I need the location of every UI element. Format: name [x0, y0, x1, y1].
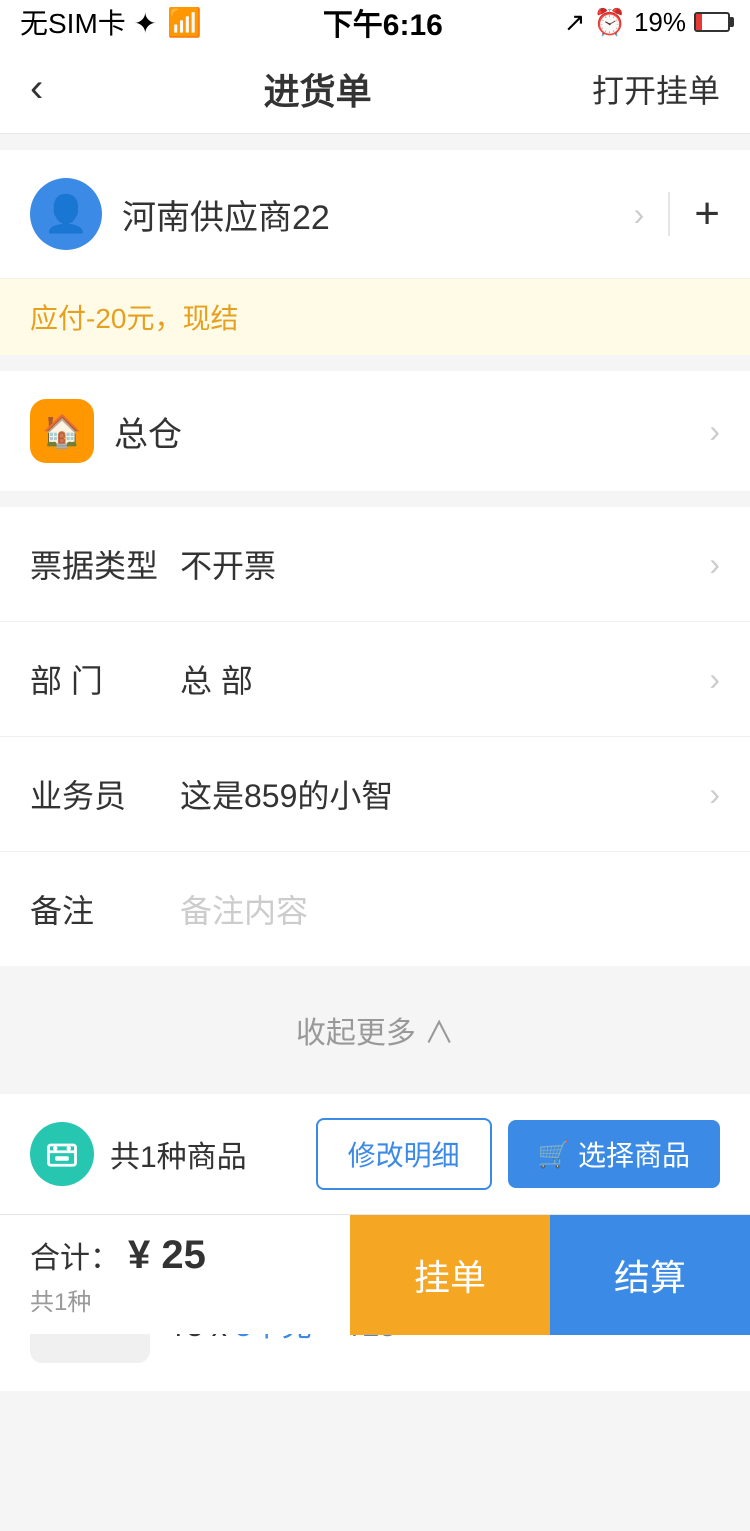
total-row: 合计： ¥ 25	[30, 1233, 320, 1278]
wifi-icon: 📶	[167, 6, 202, 39]
total-label: 合计：	[30, 1233, 120, 1277]
salesperson-label: 业务员	[30, 771, 170, 817]
total-section: 合计： ¥ 25 共1种	[0, 1233, 350, 1317]
page-title: 进货单	[264, 63, 372, 115]
edit-detail-button[interactable]: 修改明细	[316, 1118, 492, 1190]
invoice-type-value: 不开票	[180, 541, 709, 587]
product-count: 共1种商品	[110, 1132, 316, 1176]
supplier-name: 河南供应商22	[122, 190, 634, 239]
department-row[interactable]: 部 门 总 部 ›	[0, 622, 750, 737]
checkout-button[interactable]: 结算	[550, 1215, 750, 1335]
supplier-section: 👤 河南供应商22 › + 应付-20元，现结	[0, 150, 750, 355]
warehouse-row[interactable]: 🏠 总仓 ›	[0, 371, 750, 491]
select-product-button[interactable]: 🛒 选择商品	[508, 1120, 720, 1188]
notice-text: 应付-20元，现结	[30, 303, 238, 334]
status-time: 下午6:16	[323, 0, 443, 44]
salesperson-row[interactable]: 业务员 这是859的小智 ›	[0, 737, 750, 852]
remark-label: 备注	[30, 886, 170, 932]
product-header-icon	[30, 1122, 94, 1186]
bottom-spacer	[0, 1391, 750, 1531]
remark-row[interactable]: 备注 备注内容	[0, 852, 750, 966]
warehouse-name: 总仓	[114, 407, 709, 456]
warehouse-section: 🏠 总仓 ›	[0, 371, 750, 491]
status-bar: 无SIM卡 ✦ 📶 下午6:16 ↗ ⏰ 19%	[0, 0, 750, 44]
signal-text: 无SIM卡 ✦	[20, 2, 157, 42]
supplier-row[interactable]: 👤 河南供应商22 › +	[0, 150, 750, 279]
supplier-avatar-icon: 👤	[44, 193, 89, 235]
status-left: 无SIM卡 ✦ 📶	[20, 2, 202, 42]
collapse-bar[interactable]: 收起更多 ∧	[0, 982, 750, 1078]
battery-icon	[694, 12, 730, 32]
notice-bar: 应付-20元，现结	[0, 279, 750, 355]
collapse-label: 收起更多 ∧	[296, 1017, 454, 1050]
salesperson-chevron-icon: ›	[709, 776, 720, 813]
hold-button[interactable]: 挂单	[350, 1215, 550, 1335]
add-supplier-button[interactable]: +	[694, 189, 720, 239]
total-amount: ¥ 25	[128, 1233, 206, 1278]
remark-input[interactable]: 备注内容	[180, 886, 720, 932]
invoice-type-row[interactable]: 票据类型 不开票 ›	[0, 507, 750, 622]
warehouse-chevron-icon: ›	[709, 413, 720, 450]
open-hold-button[interactable]: 打开挂单	[592, 66, 720, 112]
salesperson-value: 这是859的小智	[180, 771, 709, 817]
department-value: 总 部	[180, 656, 709, 702]
warehouse-icon-glyph: 🏠	[42, 412, 82, 450]
warehouse-icon: 🏠	[30, 399, 94, 463]
alarm-icon: ⏰	[594, 7, 626, 38]
bottom-bar: 合计： ¥ 25 共1种 挂单 结算	[0, 1214, 750, 1334]
supplier-divider	[668, 192, 670, 236]
department-chevron-icon: ›	[709, 661, 720, 698]
status-right: ↗ ⏰ 19%	[564, 7, 730, 38]
product-header: 共1种商品 修改明细 🛒 选择商品	[0, 1094, 750, 1215]
select-product-label: 选择商品	[578, 1134, 690, 1174]
invoice-type-label: 票据类型	[30, 541, 170, 587]
back-button[interactable]: ‹	[30, 66, 43, 111]
supplier-chevron-icon: ›	[634, 196, 645, 233]
department-label: 部 门	[30, 656, 170, 702]
location-icon: ↗	[564, 7, 586, 38]
cart-icon: 🛒	[538, 1139, 570, 1170]
supplier-avatar: 👤	[30, 178, 102, 250]
nav-bar: ‹ 进货单 打开挂单	[0, 44, 750, 134]
total-count: 共1种	[30, 1282, 320, 1317]
invoice-type-chevron-icon: ›	[709, 546, 720, 583]
form-section: 票据类型 不开票 › 部 门 总 部 › 业务员 这是859的小智 › 备注 备…	[0, 507, 750, 966]
battery-text: 19%	[634, 7, 686, 38]
